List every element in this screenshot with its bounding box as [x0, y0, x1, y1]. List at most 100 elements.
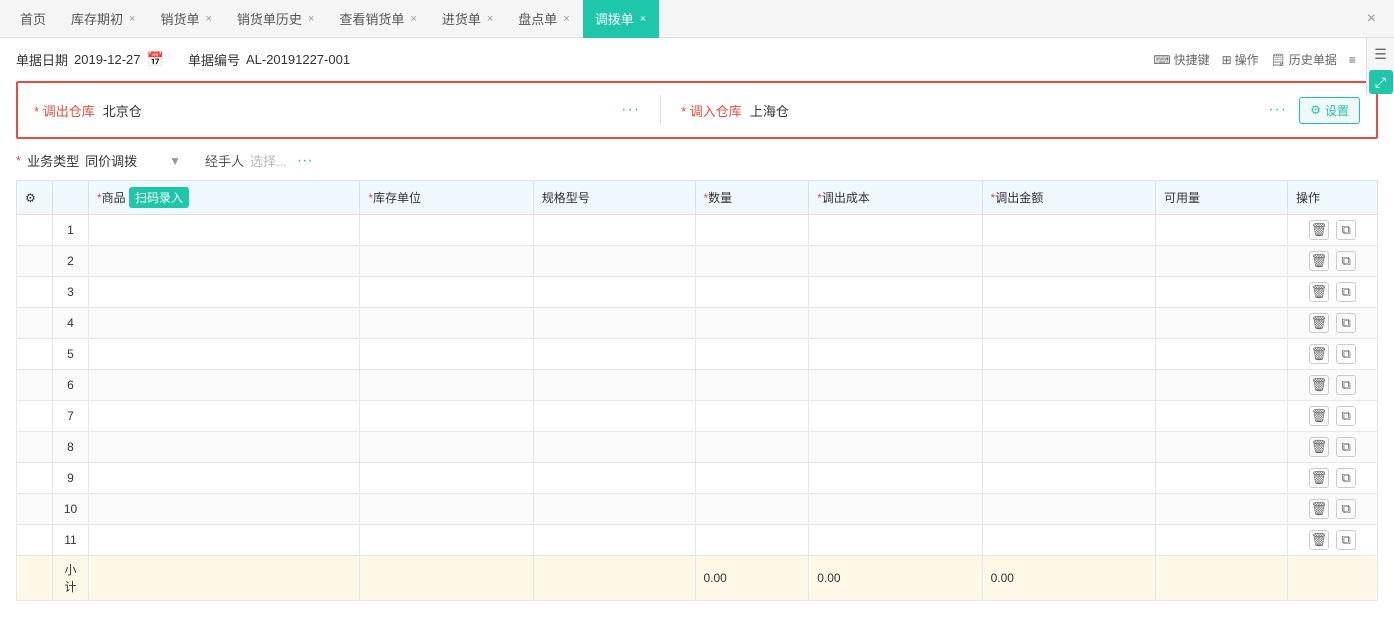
td-cost-10[interactable] — [809, 494, 982, 525]
calendar-icon[interactable]: 📅 — [147, 51, 164, 68]
td-qty-5[interactable] — [695, 339, 809, 370]
td-cost-11[interactable] — [809, 525, 982, 556]
td-amount-3[interactable] — [982, 277, 1155, 308]
copy-icon-8[interactable]: ⧉ — [1336, 437, 1356, 457]
td-available-4[interactable] — [1156, 308, 1288, 339]
td-qty-1[interactable] — [695, 215, 809, 246]
td-amount-6[interactable] — [982, 370, 1155, 401]
td-cost-8[interactable] — [809, 432, 982, 463]
td-qty-6[interactable] — [695, 370, 809, 401]
td-available-10[interactable] — [1156, 494, 1288, 525]
layout-list-button[interactable]: ≡ — [1349, 53, 1356, 67]
td-product-1[interactable] — [89, 215, 360, 246]
td-unit-10[interactable] — [360, 494, 533, 525]
td-amount-7[interactable] — [982, 401, 1155, 432]
copy-icon-10[interactable]: ⧉ — [1336, 499, 1356, 519]
td-unit-6[interactable] — [360, 370, 533, 401]
delete-icon-5[interactable]: 🗑 — [1309, 344, 1329, 364]
biz-type-select[interactable]: 同价调拨 ▼ — [85, 151, 181, 170]
shortcut-button[interactable]: ⌨ 快捷键 — [1153, 51, 1209, 68]
delete-icon-2[interactable]: 🗑 — [1309, 251, 1329, 271]
td-amount-5[interactable] — [982, 339, 1155, 370]
delete-icon-6[interactable]: 🗑 — [1309, 375, 1329, 395]
delete-icon-4[interactable]: 🗑 — [1309, 313, 1329, 333]
td-unit-2[interactable] — [360, 246, 533, 277]
td-cost-4[interactable] — [809, 308, 982, 339]
copy-icon-7[interactable]: ⧉ — [1336, 406, 1356, 426]
close-tab-transfer[interactable]: × — [640, 13, 646, 25]
manager-input[interactable]: 选择... — [250, 151, 287, 170]
td-unit-4[interactable] — [360, 308, 533, 339]
tab-inventory[interactable]: 盘点单 × — [506, 0, 582, 38]
td-product-2[interactable] — [89, 246, 360, 277]
sidebar-expand-icon[interactable]: ⤢ — [1369, 70, 1393, 94]
td-qty-8[interactable] — [695, 432, 809, 463]
td-unit-1[interactable] — [360, 215, 533, 246]
warehouse-out-more[interactable]: ··· — [621, 101, 640, 119]
td-amount-4[interactable] — [982, 308, 1155, 339]
td-cost-5[interactable] — [809, 339, 982, 370]
td-amount-8[interactable] — [982, 432, 1155, 463]
warehouse-in-more[interactable]: ··· — [1268, 101, 1287, 119]
td-cost-2[interactable] — [809, 246, 982, 277]
td-cost-1[interactable] — [809, 215, 982, 246]
close-all-tabs[interactable]: × — [1357, 10, 1386, 28]
copy-icon-9[interactable]: ⧉ — [1336, 468, 1356, 488]
ops-button[interactable]: ⊞ 操作 — [1222, 51, 1259, 68]
tab-transfer[interactable]: 调拨单 × — [583, 0, 659, 38]
close-tab-view-sales[interactable]: × — [410, 13, 416, 25]
tab-sales-history[interactable]: 销货单历史 × — [225, 0, 327, 38]
td-spec-8[interactable] — [533, 432, 695, 463]
delete-icon-10[interactable]: 🗑 — [1309, 499, 1329, 519]
tab-inventory-init[interactable]: 库存期初 × — [59, 0, 148, 38]
td-unit-8[interactable] — [360, 432, 533, 463]
td-unit-3[interactable] — [360, 277, 533, 308]
tab-purchase[interactable]: 进货单 × — [430, 0, 506, 38]
td-product-5[interactable] — [89, 339, 360, 370]
tab-sales[interactable]: 销货单 × — [148, 0, 224, 38]
copy-icon-4[interactable]: ⧉ — [1336, 313, 1356, 333]
td-qty-11[interactable] — [695, 525, 809, 556]
history-button[interactable]: 🗒 历史单据 — [1271, 51, 1337, 68]
close-tab-inventory[interactable]: × — [563, 13, 569, 25]
copy-icon-3[interactable]: ⧉ — [1336, 282, 1356, 302]
td-product-10[interactable] — [89, 494, 360, 525]
delete-icon-7[interactable]: 🗑 — [1309, 406, 1329, 426]
td-available-7[interactable] — [1156, 401, 1288, 432]
td-product-7[interactable] — [89, 401, 360, 432]
close-tab-sales-history[interactable]: × — [308, 13, 314, 25]
td-spec-10[interactable] — [533, 494, 695, 525]
tab-view-sales[interactable]: 查看销货单 × — [327, 0, 429, 38]
delete-icon-9[interactable]: 🗑 — [1309, 468, 1329, 488]
td-spec-7[interactable] — [533, 401, 695, 432]
td-cost-3[interactable] — [809, 277, 982, 308]
td-unit-5[interactable] — [360, 339, 533, 370]
td-qty-9[interactable] — [695, 463, 809, 494]
td-product-9[interactable] — [89, 463, 360, 494]
scan-button[interactable]: 扫码录入 — [129, 187, 189, 208]
td-cost-7[interactable] — [809, 401, 982, 432]
td-product-8[interactable] — [89, 432, 360, 463]
td-product-4[interactable] — [89, 308, 360, 339]
td-spec-9[interactable] — [533, 463, 695, 494]
tab-home[interactable]: 首页 — [8, 0, 59, 38]
copy-icon-11[interactable]: ⧉ — [1336, 530, 1356, 550]
td-qty-4[interactable] — [695, 308, 809, 339]
copy-icon-6[interactable]: ⧉ — [1336, 375, 1356, 395]
td-cost-9[interactable] — [809, 463, 982, 494]
td-amount-2[interactable] — [982, 246, 1155, 277]
td-amount-1[interactable] — [982, 215, 1155, 246]
td-available-1[interactable] — [1156, 215, 1288, 246]
td-amount-9[interactable] — [982, 463, 1155, 494]
copy-icon-2[interactable]: ⧉ — [1336, 251, 1356, 271]
delete-icon-1[interactable]: 🗑 — [1309, 220, 1329, 240]
td-spec-11[interactable] — [533, 525, 695, 556]
td-spec-6[interactable] — [533, 370, 695, 401]
td-qty-3[interactable] — [695, 277, 809, 308]
close-tab-purchase[interactable]: × — [487, 13, 493, 25]
manager-more[interactable]: ··· — [297, 152, 313, 170]
td-spec-4[interactable] — [533, 308, 695, 339]
td-unit-7[interactable] — [360, 401, 533, 432]
td-available-5[interactable] — [1156, 339, 1288, 370]
td-spec-1[interactable] — [533, 215, 695, 246]
